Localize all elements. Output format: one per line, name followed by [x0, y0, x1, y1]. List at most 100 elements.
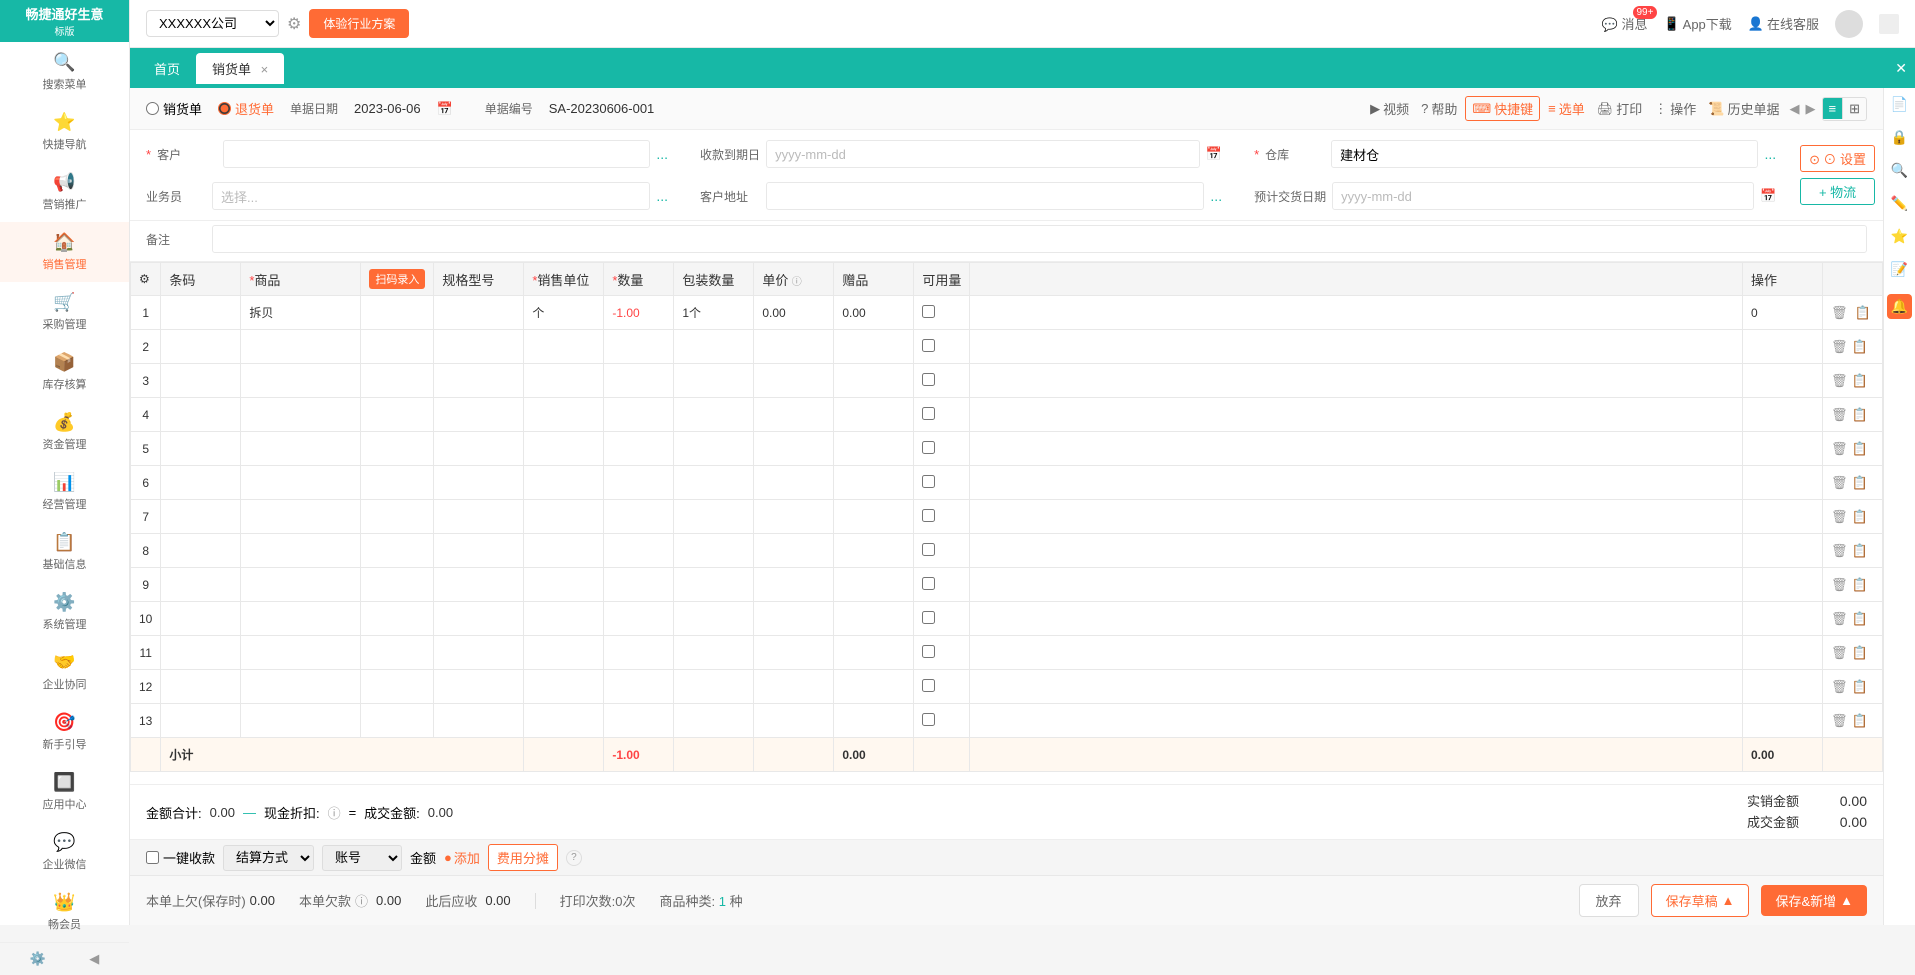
- copy-icon[interactable]: 📋: [1852, 407, 1868, 422]
- customer-addr-input[interactable]: [766, 182, 1204, 210]
- sidebar-item-purchase[interactable]: 🛒 采购管理: [0, 282, 129, 342]
- save-draft-button[interactable]: 保存草稿 ▲: [1651, 884, 1750, 917]
- app-download-link[interactable]: 📱 App下载: [1663, 14, 1731, 33]
- sidebar-settings-icon[interactable]: ⚙️: [30, 951, 46, 967]
- sidebar-item-sales[interactable]: 🏠 销售管理: [0, 222, 129, 282]
- delete-icon[interactable]: 🗑: [1831, 611, 1848, 626]
- sidebar-item-guide[interactable]: 🎯 新手引导: [0, 702, 129, 762]
- delete-icon[interactable]: 🗑: [1831, 339, 1848, 354]
- choose-btn[interactable]: ≡ 选单: [1544, 97, 1589, 120]
- delete-icon[interactable]: 🗑: [1831, 679, 1848, 694]
- delete-icon[interactable]: 🗑: [1831, 543, 1848, 558]
- copy-icon[interactable]: 📋: [1855, 305, 1871, 320]
- sidebar-item-quicknav[interactable]: ⭐ 快捷导航: [0, 102, 129, 162]
- copy-icon[interactable]: 📋: [1852, 441, 1868, 456]
- add-payment-btn[interactable]: ● 添加: [444, 848, 480, 867]
- scan-btn[interactable]: 扫码录入: [369, 269, 425, 289]
- addr-ellipsis[interactable]: ...: [1210, 188, 1222, 204]
- th-scan[interactable]: 扫码录入: [361, 263, 434, 296]
- cell-product[interactable]: 拆贝: [241, 296, 361, 330]
- sidebar-item-inventory[interactable]: 📦 库存核算: [0, 342, 129, 402]
- customer-ellipsis[interactable]: ...: [656, 146, 668, 162]
- sidebar-item-enterprise[interactable]: 🤝 企业协同: [0, 642, 129, 702]
- delete-icon[interactable]: 🗑: [1831, 373, 1848, 388]
- delete-icon[interactable]: 🗑: [1831, 577, 1848, 592]
- cell-qty[interactable]: -1.00: [604, 296, 674, 330]
- operations-btn[interactable]: ⋮ 操作: [1650, 97, 1700, 120]
- side-panel-icon-4[interactable]: ✏️: [1891, 195, 1908, 212]
- quick-pay-label[interactable]: 一键收款: [146, 848, 215, 867]
- save-new-button[interactable]: 保存&新增 ▲: [1761, 885, 1867, 916]
- copy-icon[interactable]: 📋: [1852, 509, 1868, 524]
- payment-method-select[interactable]: 结算方式: [223, 845, 314, 871]
- experience-button[interactable]: 体验行业方案: [309, 9, 409, 38]
- copy-icon[interactable]: 📋: [1852, 475, 1868, 490]
- side-panel-icon-3[interactable]: 🔍: [1891, 162, 1908, 179]
- sidebar-item-basic[interactable]: 📋 基础信息: [0, 522, 129, 582]
- shortcut-btn[interactable]: ⌨ 快捷键: [1465, 96, 1540, 121]
- cell-price[interactable]: 0.00: [754, 296, 834, 330]
- delete-icon[interactable]: 🗑: [1831, 305, 1848, 320]
- sidebar-item-apps[interactable]: 🔲 应用中心: [0, 762, 129, 822]
- customer-input[interactable]: [223, 140, 650, 168]
- radio-return-order[interactable]: 退货单: [218, 99, 274, 118]
- cell-spec[interactable]: [434, 296, 524, 330]
- th-settings[interactable]: ⚙: [131, 263, 161, 296]
- warehouse-ellipsis[interactable]: ...: [1764, 146, 1776, 162]
- message-badge[interactable]: 💬 消息 99+: [1602, 14, 1648, 33]
- tab-home[interactable]: 首页: [138, 53, 196, 84]
- sidebar-item-member[interactable]: 👑 畅会员: [0, 882, 129, 942]
- video-btn[interactable]: ▶ 视频: [1366, 97, 1413, 120]
- sidebar-item-search[interactable]: 🔍 搜索菜单: [0, 42, 129, 102]
- payment-due-input[interactable]: yyyy-mm-dd: [766, 140, 1200, 168]
- copy-icon[interactable]: 📋: [1852, 713, 1868, 728]
- delete-icon[interactable]: 🗑: [1831, 645, 1848, 660]
- delete-icon[interactable]: 🗑: [1831, 509, 1848, 524]
- total-due-info[interactable]: ⓘ: [355, 891, 368, 910]
- print-btn[interactable]: 🖨 打印: [1593, 97, 1647, 120]
- payment-account-select[interactable]: 账号: [322, 845, 402, 871]
- window-close-icon[interactable]: ✕: [1895, 60, 1907, 77]
- abandon-button[interactable]: 放弃: [1579, 884, 1639, 917]
- copy-icon[interactable]: 📋: [1852, 645, 1868, 660]
- sidebar-item-marketing[interactable]: 📢 营销推广: [0, 162, 129, 222]
- sidebar-item-system[interactable]: ⚙️ 系统管理: [0, 582, 129, 642]
- cell-pkg[interactable]: 1个: [674, 296, 754, 330]
- help-btn[interactable]: ? 帮助: [1417, 97, 1461, 120]
- online-service-link[interactable]: 👤 在线客服: [1748, 14, 1819, 33]
- copy-icon[interactable]: 📋: [1852, 543, 1868, 558]
- side-panel-icon-1[interactable]: 📄: [1891, 96, 1908, 113]
- discount-info-icon[interactable]: ⓘ: [328, 803, 341, 822]
- cell-barcode[interactable]: [161, 296, 241, 330]
- side-panel-icon-6[interactable]: 📝: [1891, 261, 1908, 278]
- next-btn[interactable]: ▶: [1804, 99, 1818, 119]
- calendar-icon[interactable]: 📅: [437, 101, 453, 117]
- salesperson-ellipsis[interactable]: ...: [656, 188, 668, 204]
- cell-unit[interactable]: 个: [524, 296, 604, 330]
- company-settings-icon[interactable]: ⚙: [287, 14, 301, 34]
- tab-sales-order[interactable]: 销货单 ×: [196, 53, 284, 84]
- cell-amount[interactable]: 0.00: [834, 296, 914, 330]
- fee-split-button[interactable]: 费用分摊: [488, 844, 558, 871]
- logistics-button[interactable]: + 物流: [1800, 178, 1875, 205]
- cell-gift[interactable]: [914, 296, 970, 330]
- sidebar-collapse-icon[interactable]: ◀: [89, 951, 99, 967]
- product-type-link[interactable]: 1: [719, 894, 726, 909]
- side-panel-icon-7[interactable]: 🔔: [1887, 294, 1912, 319]
- sidebar-item-finance[interactable]: 💰 资金管理: [0, 402, 129, 462]
- copy-icon[interactable]: 📋: [1852, 611, 1868, 626]
- history-btn[interactable]: 📜 历史单据: [1704, 97, 1783, 120]
- delete-icon[interactable]: 🗑: [1831, 441, 1848, 456]
- settings-panel-button[interactable]: ⊙ ⊙ 设置: [1800, 145, 1875, 172]
- salesperson-input[interactable]: 选择...: [212, 182, 650, 210]
- avatar[interactable]: [1835, 10, 1863, 38]
- sidebar-item-operation[interactable]: 📊 经营管理: [0, 462, 129, 522]
- copy-icon[interactable]: 📋: [1852, 679, 1868, 694]
- delivery-calendar[interactable]: 📅: [1760, 188, 1776, 204]
- payment-help-icon[interactable]: ?: [566, 850, 582, 866]
- delete-icon[interactable]: 🗑: [1831, 407, 1848, 422]
- copy-icon[interactable]: 📋: [1852, 577, 1868, 592]
- delete-icon[interactable]: 🗑: [1831, 713, 1848, 728]
- radio-sales-order[interactable]: 销货单: [146, 99, 202, 118]
- side-panel-icon-2[interactable]: 🔒: [1891, 129, 1908, 146]
